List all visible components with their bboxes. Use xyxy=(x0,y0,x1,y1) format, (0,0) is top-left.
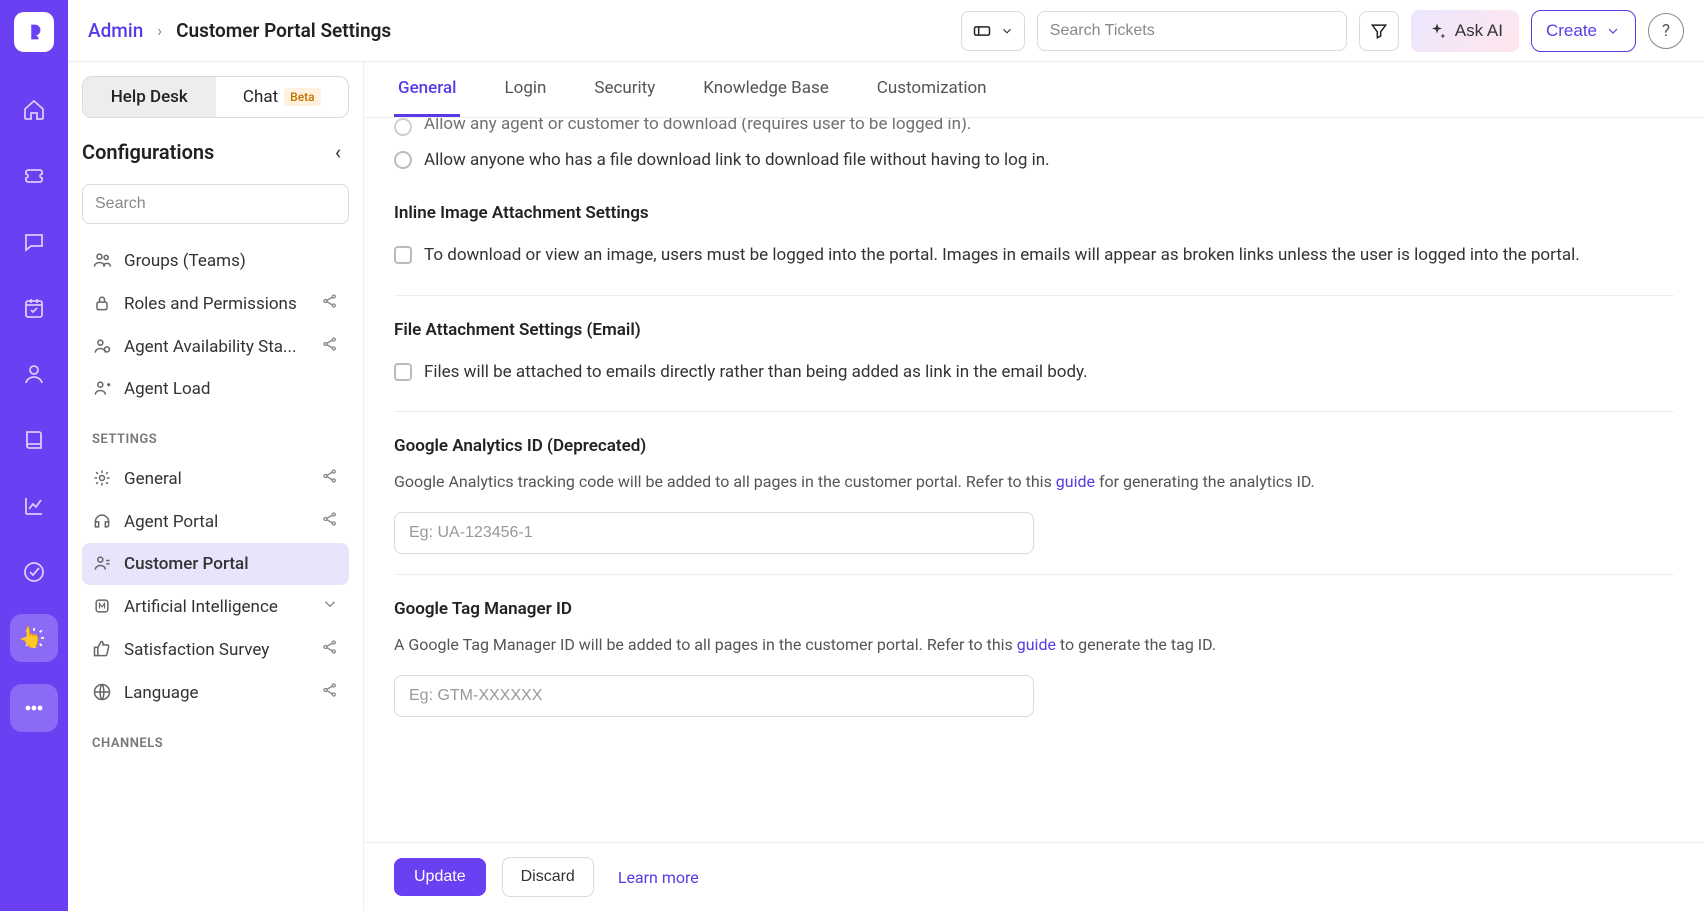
inline-image-title: Inline Image Attachment Settings xyxy=(394,203,1674,223)
sidebar-item-ai[interactable]: Artificial Intelligence xyxy=(82,585,349,628)
content-panel: General Login Security Knowledge Base Cu… xyxy=(364,62,1704,911)
ga-description: Google Analytics tracking code will be a… xyxy=(394,470,1674,494)
share-icon xyxy=(321,681,339,704)
gtm-guide-link[interactable]: guide xyxy=(1017,635,1056,654)
filter-button[interactable] xyxy=(1359,11,1399,51)
page-title: Customer Portal Settings xyxy=(176,19,391,42)
tab-general[interactable]: General xyxy=(394,62,460,117)
sidebar-item-availability[interactable]: Agent Availability Sta... xyxy=(82,325,349,368)
sidebar-item-language[interactable]: Language xyxy=(82,671,349,714)
share-icon xyxy=(321,292,339,315)
discard-button[interactable]: Discard xyxy=(502,857,594,897)
tab-login[interactable]: Login xyxy=(500,62,550,117)
rail-home-icon[interactable] xyxy=(10,86,58,134)
sparkle-icon xyxy=(1427,21,1447,41)
user-status-icon xyxy=(92,336,114,358)
radio-label: Allow anyone who has a file download lin… xyxy=(424,148,1050,174)
topbar: Admin › Customer Portal Settings Ask AI xyxy=(68,0,1704,62)
channels-header: CHANNELS xyxy=(82,714,349,761)
rail-book-icon[interactable] xyxy=(10,416,58,464)
ai-icon xyxy=(92,596,114,618)
ga-guide-link[interactable]: guide xyxy=(1056,472,1095,491)
beta-badge: Beta xyxy=(284,88,320,106)
users-icon xyxy=(92,250,114,272)
user-plus-icon xyxy=(92,378,114,400)
toggle-helpdesk[interactable]: Help Desk xyxy=(83,77,216,117)
learn-more-link[interactable]: Learn more xyxy=(618,868,699,887)
product-toggle: Help Desk Chat Beta xyxy=(82,76,349,118)
sidebar-item-groups[interactable]: Groups (Teams) xyxy=(82,240,349,282)
config-sidebar: Help Desk Chat Beta Configurations ‹ Gro… xyxy=(68,62,364,911)
tabs: General Login Security Knowledge Base Cu… xyxy=(364,62,1704,118)
ask-ai-button[interactable]: Ask AI xyxy=(1411,10,1519,52)
user-circle-icon xyxy=(92,553,114,575)
share-icon xyxy=(321,510,339,533)
toggle-chat[interactable]: Chat Beta xyxy=(216,77,349,117)
inline-image-desc: To download or view an image, users must… xyxy=(424,243,1580,269)
ask-ai-label: Ask AI xyxy=(1455,21,1503,41)
file-email-desc: Files will be attached to emails directl… xyxy=(424,360,1088,386)
footer-actions: Update Discard Learn more xyxy=(364,842,1704,911)
sidebar-title: Configurations xyxy=(82,140,214,164)
share-icon xyxy=(321,335,339,358)
tab-security[interactable]: Security xyxy=(590,62,659,117)
thumbs-up-icon xyxy=(92,639,114,661)
ticket-type-selector[interactable] xyxy=(961,11,1025,51)
chevron-down-icon xyxy=(321,595,339,618)
rail-ticket-icon[interactable] xyxy=(10,152,58,200)
rail-settings-icon[interactable] xyxy=(10,614,58,662)
rail-calendar-icon[interactable] xyxy=(10,284,58,332)
create-button[interactable]: Create xyxy=(1531,10,1636,52)
filter-icon xyxy=(1369,21,1389,41)
radio-label: Allow any agent or customer to download … xyxy=(424,118,971,138)
rail-user-icon[interactable] xyxy=(10,350,58,398)
sidebar-item-roles[interactable]: Roles and Permissions xyxy=(82,282,349,325)
tab-customization[interactable]: Customization xyxy=(873,62,991,117)
chevron-down-icon xyxy=(1605,23,1621,39)
share-icon xyxy=(321,638,339,661)
chevron-right-icon: › xyxy=(157,21,162,40)
app-logo[interactable] xyxy=(14,12,54,52)
ticket-icon xyxy=(972,21,992,41)
ga-id-input[interactable] xyxy=(394,512,1034,554)
rail-analytics-icon[interactable] xyxy=(10,482,58,530)
search-tickets-input[interactable] xyxy=(1037,11,1347,51)
gtm-title: Google Tag Manager ID xyxy=(394,599,1674,619)
breadcrumb-root[interactable]: Admin xyxy=(88,19,143,42)
share-icon xyxy=(321,467,339,490)
sidebar-item-customer-portal[interactable]: Customer Portal xyxy=(82,543,349,585)
tab-kb[interactable]: Knowledge Base xyxy=(699,62,832,117)
help-button[interactable]: ? xyxy=(1648,13,1684,49)
checkbox-file-email[interactable] xyxy=(394,363,412,381)
globe-icon xyxy=(92,682,114,704)
rail-chat-icon[interactable] xyxy=(10,218,58,266)
sidebar-item-satisfaction[interactable]: Satisfaction Survey xyxy=(82,628,349,671)
checkbox-inline-image[interactable] xyxy=(394,246,412,264)
settings-header: SETTINGS xyxy=(82,410,349,457)
nav-rail xyxy=(0,0,68,911)
gtm-description: A Google Tag Manager ID will be added to… xyxy=(394,633,1674,657)
ga-title: Google Analytics ID (Deprecated) xyxy=(394,436,1674,456)
chevron-down-icon xyxy=(1000,24,1014,38)
radio-download-logged-in[interactable] xyxy=(394,118,412,136)
sidebar-item-agent-load[interactable]: Agent Load xyxy=(82,368,349,410)
file-email-title: File Attachment Settings (Email) xyxy=(394,320,1674,340)
gear-icon xyxy=(92,468,114,490)
gtm-id-input[interactable] xyxy=(394,675,1034,717)
lock-icon xyxy=(92,293,114,315)
create-label: Create xyxy=(1546,21,1597,41)
breadcrumb: Admin › Customer Portal Settings xyxy=(88,19,391,42)
radio-download-anyone[interactable] xyxy=(394,151,412,169)
settings-scroll[interactable]: Allow any agent or customer to download … xyxy=(364,118,1704,842)
rail-more-icon[interactable] xyxy=(10,684,58,732)
collapse-sidebar-icon[interactable]: ‹ xyxy=(327,136,349,168)
sidebar-item-general[interactable]: General xyxy=(82,457,349,500)
update-button[interactable]: Update xyxy=(394,858,486,896)
headset-icon xyxy=(92,511,114,533)
sidebar-search-input[interactable] xyxy=(82,184,349,224)
rail-check-icon[interactable] xyxy=(10,548,58,596)
sidebar-item-agent-portal[interactable]: Agent Portal xyxy=(82,500,349,543)
